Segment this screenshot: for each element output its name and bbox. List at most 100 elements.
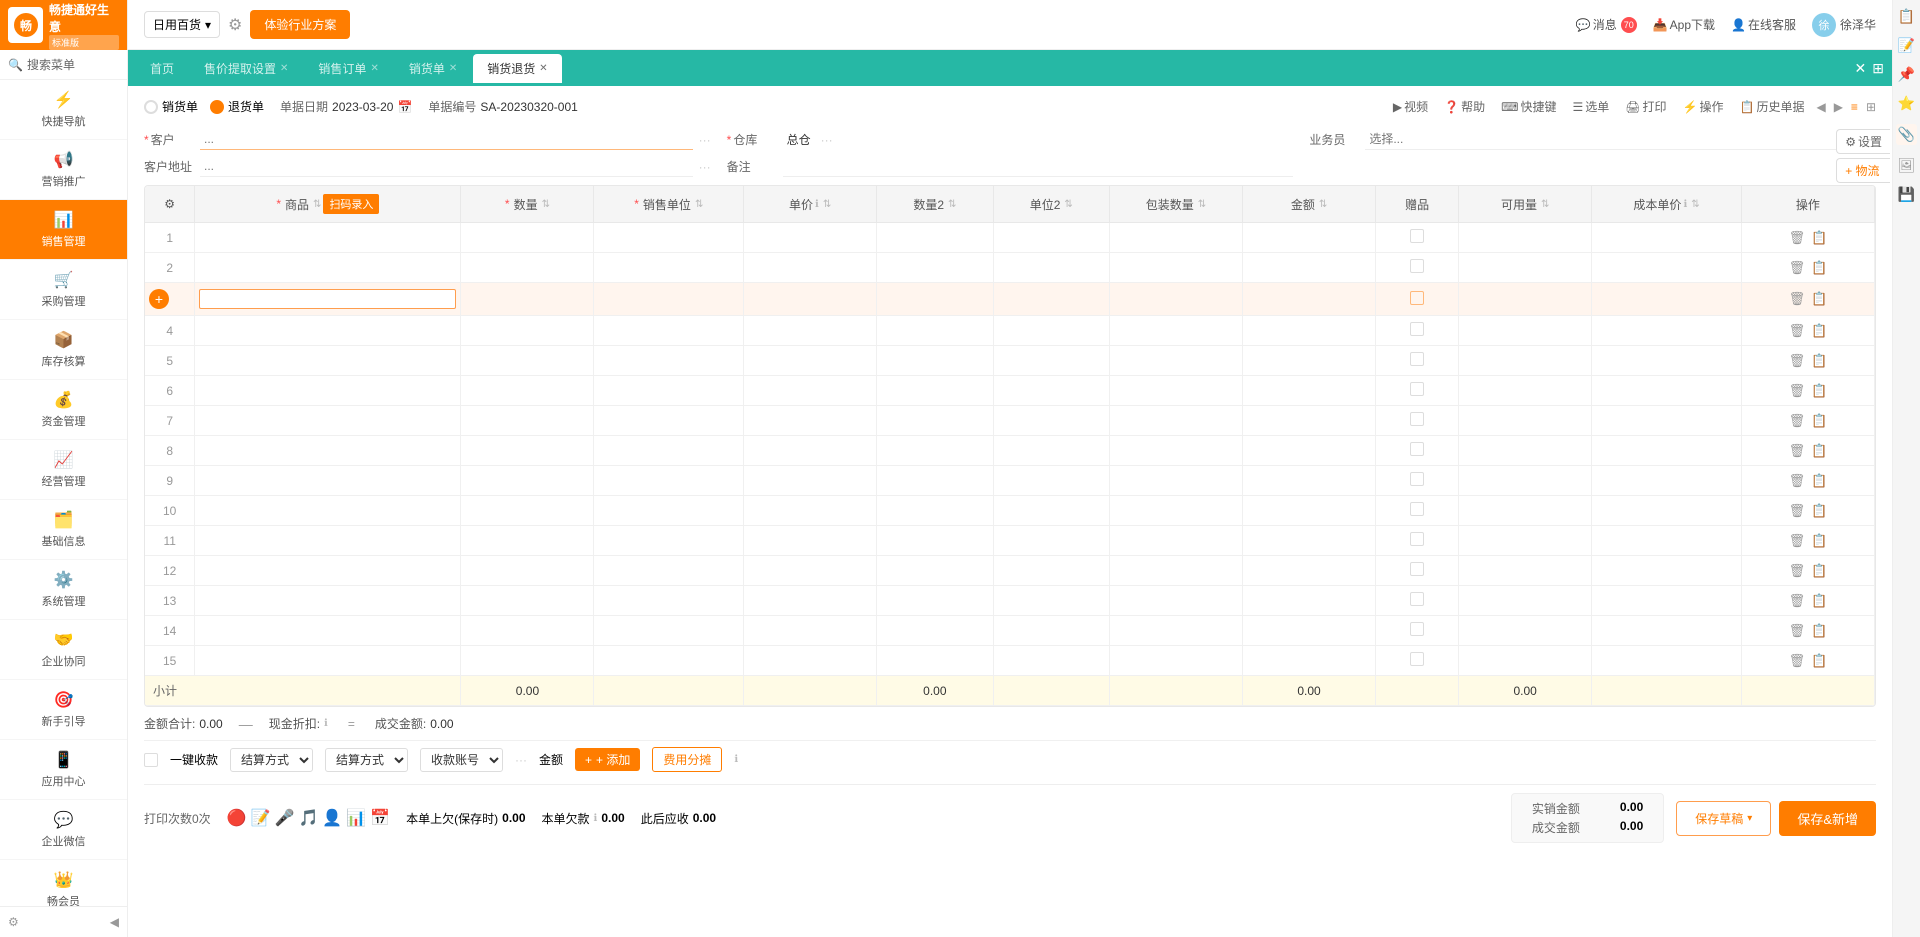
right-icon-4[interactable]: ⭐ <box>1898 95 1915 112</box>
scan-btn[interactable]: 扫码录入 <box>323 194 379 214</box>
copy-icon[interactable]: 📋 <box>1811 473 1827 489</box>
copy-icon[interactable]: 📋 <box>1811 323 1827 339</box>
help-btn[interactable]: ❓帮助 <box>1440 96 1489 117</box>
tab-close-sales-order[interactable]: ✕ <box>370 63 378 74</box>
calendar-icon[interactable]: 📅 <box>397 100 412 114</box>
delete-icon[interactable]: 🗑 <box>1789 623 1806 639</box>
logistics-side-btn[interactable]: + 物流 <box>1836 158 1890 183</box>
sidebar-item-wechat[interactable]: 💬 企业微信 <box>0 800 127 860</box>
address-dots[interactable]: ··· <box>699 160 711 174</box>
quantity-cell-active[interactable] <box>461 283 594 316</box>
copy-icon[interactable]: 📋 <box>1811 563 1827 579</box>
select-btn[interactable]: ☰选单 <box>1568 96 1613 117</box>
history-btn[interactable]: 📋历史单据 <box>1735 96 1808 117</box>
unit2-cell[interactable] <box>993 253 1109 283</box>
save-draft-btn[interactable]: 保存草稿 ▾ <box>1676 801 1771 836</box>
dropdown-arrow[interactable]: ▾ <box>1747 813 1752 824</box>
feiyong-btn[interactable]: 费用分摊 <box>652 747 722 772</box>
quantity2-cell[interactable] <box>877 223 993 253</box>
sort-cost[interactable]: ⇅ <box>1691 199 1699 210</box>
tab-close-sales-delivery[interactable]: ✕ <box>449 63 457 74</box>
copy-icon[interactable]: 📋 <box>1811 503 1827 519</box>
sort-price[interactable]: ⇅ <box>823 199 831 210</box>
th-settings[interactable]: ⚙ <box>145 186 195 223</box>
quantity2-cell[interactable] <box>877 253 993 283</box>
delete-icon[interactable]: 🗑 <box>1789 563 1806 579</box>
settings-side-btn[interactable]: ⚙ 设置 <box>1836 129 1890 154</box>
search-menu[interactable]: 🔍 搜索菜单 <box>0 50 127 80</box>
unit-cell[interactable] <box>594 253 744 283</box>
tab-close-sales-return[interactable]: ✕ <box>539 63 547 74</box>
quantity-cell[interactable] <box>461 223 594 253</box>
gift-checkbox-active[interactable] <box>1410 291 1424 305</box>
copy-icon[interactable]: 📋 <box>1811 383 1827 399</box>
price-cell[interactable] <box>744 253 877 283</box>
tab-close-price-settings[interactable]: ✕ <box>280 63 288 74</box>
product-cell[interactable] <box>195 223 461 253</box>
copy-icon[interactable]: 📋 <box>1811 533 1827 549</box>
sidebar-item-shortcut[interactable]: ⚡ 快捷导航 <box>0 80 127 140</box>
add-payment-btn[interactable]: + + 添加 <box>575 748 640 771</box>
one-click-checkbox[interactable] <box>144 753 158 767</box>
right-icon-6[interactable]: 🖼 <box>1898 157 1916 174</box>
sidebar-item-basic[interactable]: 🗂️ 基础信息 <box>0 500 127 560</box>
amount-cell[interactable] <box>1243 223 1376 253</box>
delete-icon[interactable]: 🗑 <box>1789 353 1806 369</box>
unit-cell[interactable] <box>594 223 744 253</box>
delete-icon[interactable]: 🗑 <box>1789 413 1806 429</box>
sidebar-item-guide[interactable]: 🎯 新手引导 <box>0 680 127 740</box>
settings-icon[interactable]: ⚙ <box>8 915 19 929</box>
save-new-btn[interactable]: 保存&新增 <box>1779 801 1876 836</box>
copy-icon[interactable]: 📋 <box>1811 260 1827 276</box>
right-icon-3[interactable]: 📌 <box>1898 66 1915 83</box>
gift-checkbox[interactable] <box>1410 259 1424 273</box>
method-select[interactable]: 结算方式 <box>230 748 313 772</box>
sort-amount[interactable]: ⇅ <box>1319 199 1327 210</box>
delete-icon[interactable]: 🗑 <box>1789 291 1806 307</box>
tab-sales-delivery[interactable]: 销货单 ✕ <box>395 54 471 83</box>
pkg-qty-cell[interactable] <box>1109 223 1242 253</box>
copy-icon[interactable]: 📋 <box>1811 443 1827 459</box>
product-input-active[interactable] <box>199 289 456 309</box>
sidebar-item-purchase[interactable]: 🛒 采购管理 <box>0 260 127 320</box>
delete-icon[interactable]: 🗑 <box>1789 383 1806 399</box>
delete-icon[interactable]: 🗑 <box>1789 260 1806 276</box>
copy-icon[interactable]: 📋 <box>1811 593 1827 609</box>
tab-price-settings[interactable]: 售价提取设置 ✕ <box>190 54 302 83</box>
delete-icon[interactable]: 🗑 <box>1789 443 1806 459</box>
print-btn[interactable]: 🖨打印 <box>1621 96 1670 117</box>
sidebar-item-sales[interactable]: 📊 销售管理 <box>0 200 127 260</box>
delete-icon[interactable]: 🗑 <box>1789 473 1806 489</box>
trial-btn[interactable]: 体验行业方案 <box>250 10 350 39</box>
radio-sales[interactable]: 销货单 <box>144 98 198 115</box>
unit2-cell-active[interactable] <box>993 283 1109 316</box>
gift-cell-active[interactable] <box>1376 283 1459 316</box>
address-input[interactable] <box>200 156 693 177</box>
radio-return[interactable]: 退货单 <box>210 98 264 115</box>
sidebar-item-marketing[interactable]: 📢 营销推广 <box>0 140 127 200</box>
list-view-icon[interactable]: ≡ <box>1851 100 1858 114</box>
gift-cell[interactable] <box>1376 253 1459 283</box>
customer-dots[interactable]: ··· <box>699 133 711 147</box>
amount-cell-active[interactable] <box>1243 283 1376 316</box>
gift-cell[interactable] <box>1376 223 1459 253</box>
sort-pkg[interactable]: ⇅ <box>1198 199 1206 210</box>
tab-sales-order[interactable]: 销售订单 ✕ <box>304 54 392 83</box>
sort-quantity[interactable]: ⇅ <box>542 199 550 210</box>
warehouse-dots[interactable]: ··· <box>821 133 833 147</box>
close-tab-icon[interactable]: ✕ <box>1855 60 1867 77</box>
account-dots[interactable]: ··· <box>515 753 527 767</box>
right-icon-7[interactable]: 💾 <box>1898 186 1915 203</box>
pkg-qty-cell[interactable] <box>1109 253 1242 283</box>
tab-sales-return[interactable]: 销货退货 ✕ <box>473 54 561 83</box>
message-btn[interactable]: 💬 消息 70 <box>1576 16 1637 33</box>
sidebar-item-enterprise[interactable]: 🤝 企业协同 <box>0 620 127 680</box>
gear-icon[interactable]: ⚙ <box>228 15 242 35</box>
delete-icon[interactable]: 🗑 <box>1789 533 1806 549</box>
unit2-cell[interactable] <box>993 223 1109 253</box>
quantity-cell[interactable] <box>461 253 594 283</box>
copy-icon[interactable]: 📋 <box>1811 623 1827 639</box>
sidebar-item-system[interactable]: ⚙️ 系统管理 <box>0 560 127 620</box>
right-icon-5[interactable]: 📎 <box>1896 124 1917 145</box>
calc-select[interactable]: 结算方式 <box>325 748 408 772</box>
